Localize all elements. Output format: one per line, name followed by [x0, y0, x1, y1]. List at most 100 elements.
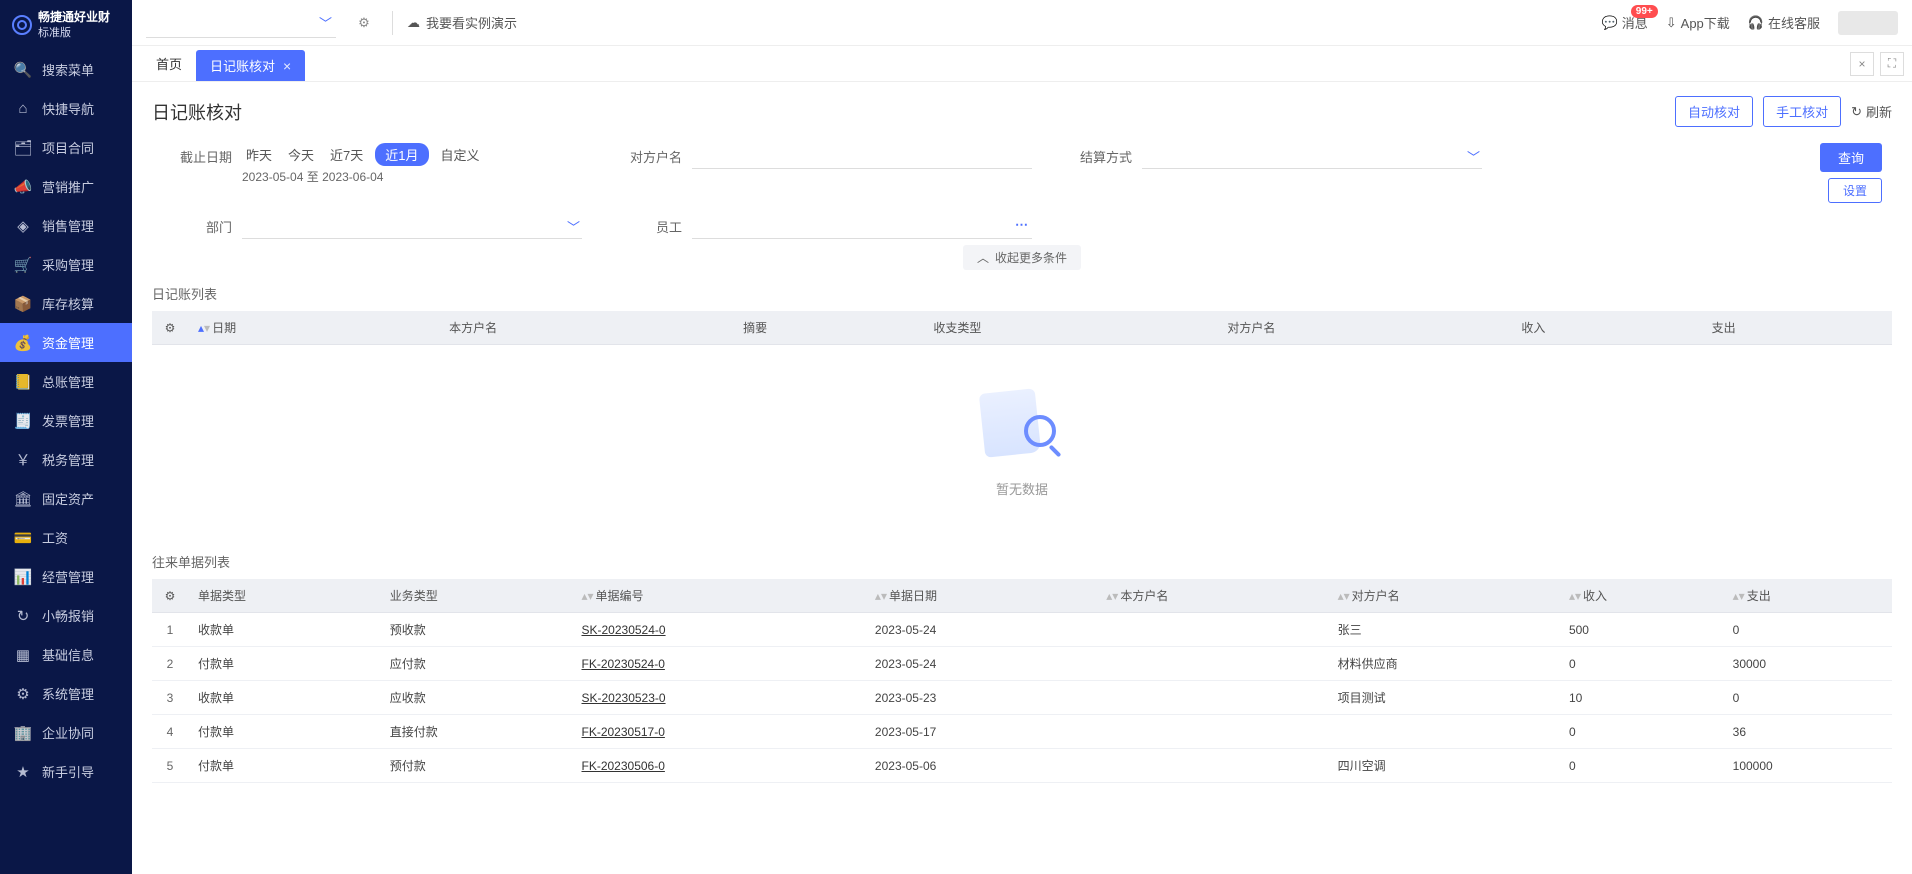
org-selector[interactable]: ﹀ — [146, 8, 336, 38]
sidebar-item-8[interactable]: 📒总账管理 — [0, 362, 132, 401]
nav-icon: ↻ — [14, 607, 32, 625]
sidebar-item-2[interactable]: 🗂项目合同 — [0, 128, 132, 167]
col-io-type[interactable]: 收支类型 — [923, 311, 1217, 345]
online-service-button[interactable]: 🎧 在线客服 — [1748, 13, 1820, 32]
sidebar-item-0[interactable]: 🔍搜索菜单 — [0, 50, 132, 89]
col-our-account[interactable]: 本方户名 — [439, 311, 733, 345]
online-service-label: 在线客服 — [1768, 13, 1820, 32]
staff-select[interactable]: ⋯ — [692, 213, 1032, 239]
col-bill-no[interactable]: ▴▾单据编号 — [572, 579, 865, 613]
col-summary[interactable]: 摘要 — [733, 311, 923, 345]
fullscreen-button[interactable]: ⛶ — [1880, 52, 1904, 76]
date-opt-last7[interactable]: 近7天 — [326, 143, 367, 166]
nav-icon: 💰 — [14, 334, 32, 352]
sidebar-item-9[interactable]: 🧾发票管理 — [0, 401, 132, 440]
cell-bill-date: 2023-05-06 — [865, 749, 1096, 783]
sidebar-item-17[interactable]: 🏢企业协同 — [0, 713, 132, 752]
cell-counter-account: 材料供应商 — [1328, 647, 1559, 681]
table-settings-button[interactable]: ⚙ — [152, 579, 188, 613]
bill-no-link[interactable]: FK-20230517-0 — [582, 725, 665, 739]
tab-journal-check[interactable]: 日记账核对 × — [196, 50, 305, 81]
dept-select[interactable]: ﹀ — [242, 213, 582, 239]
cell-counter-account — [1328, 715, 1559, 749]
nav-icon: ◈ — [14, 217, 32, 235]
sidebar-item-12[interactable]: 💳工资 — [0, 518, 132, 557]
sidebar-item-5[interactable]: 🛒采购管理 — [0, 245, 132, 284]
sidebar-item-13[interactable]: 📊经营管理 — [0, 557, 132, 596]
date-opt-last1m[interactable]: 近1月 — [375, 143, 428, 166]
bill-no-link[interactable]: FK-20230506-0 — [582, 759, 665, 773]
cell-bill-no: FK-20230524-0 — [572, 647, 865, 681]
cell-our-account — [1096, 749, 1327, 783]
refresh-button[interactable]: ↻ 刷新 — [1851, 102, 1892, 121]
table-row[interactable]: 5付款单预付款FK-20230506-02023-05-06四川空调010000… — [152, 749, 1892, 783]
sidebar-item-18[interactable]: ★新手引导 — [0, 752, 132, 791]
date-opt-custom[interactable]: 自定义 — [437, 143, 484, 166]
demo-link[interactable]: ☁ 我要看实例演示 — [392, 11, 517, 35]
sidebar-item-7[interactable]: 💰资金管理 — [0, 323, 132, 362]
col-date[interactable]: ▴▾日期 — [188, 311, 439, 345]
empty-text: 暂无数据 — [152, 479, 1892, 498]
cell-our-account — [1096, 715, 1327, 749]
nav-label: 库存核算 — [42, 294, 94, 313]
sidebar-item-11[interactable]: 🏛固定资产 — [0, 479, 132, 518]
col-bill-date[interactable]: ▴▾单据日期 — [865, 579, 1096, 613]
user-avatar[interactable] — [1838, 11, 1898, 35]
col-expense[interactable]: ▴▾支出 — [1723, 579, 1892, 613]
table-row[interactable]: 1收款单预收款SK-20230524-02023-05-24张三5000 — [152, 613, 1892, 647]
sidebar-item-15[interactable]: ▦基础信息 — [0, 635, 132, 674]
more-icon: ⋯ — [1015, 217, 1030, 233]
col-biz-type[interactable]: 业务类型 — [380, 579, 572, 613]
col-our-account[interactable]: ▴▾本方户名 — [1096, 579, 1327, 613]
app-download-label: App下载 — [1681, 13, 1730, 32]
col-counter-account[interactable]: ▴▾对方户名 — [1328, 579, 1559, 613]
close-icon[interactable]: × — [283, 58, 291, 74]
deadline-label: 截止日期 — [162, 143, 232, 166]
bill-no-link[interactable]: SK-20230523-0 — [582, 691, 666, 705]
table-settings-button[interactable]: ⚙ — [152, 311, 188, 345]
cell-counter-account: 张三 — [1328, 613, 1559, 647]
manual-check-button[interactable]: 手工核对 — [1763, 96, 1841, 127]
sidebar-item-4[interactable]: ◈销售管理 — [0, 206, 132, 245]
sidebar-item-3[interactable]: 📣营销推广 — [0, 167, 132, 206]
sidebar-item-6[interactable]: 📦库存核算 — [0, 284, 132, 323]
filter-settings-button[interactable]: 设置 — [1828, 178, 1882, 203]
bill-no-link[interactable]: SK-20230524-0 — [582, 623, 666, 637]
col-counter-account[interactable]: 对方户名 — [1217, 311, 1511, 345]
date-opt-today[interactable]: 今天 — [284, 143, 318, 166]
topbar: ﹀ ⚙ ☁ 我要看实例演示 💬 消息 99+ ⇩ App下载 🎧 — [132, 0, 1912, 46]
table-row[interactable]: 2付款单应付款FK-20230524-02023-05-24材料供应商03000… — [152, 647, 1892, 681]
sidebar-item-10[interactable]: ￥税务管理 — [0, 440, 132, 479]
collapse-filters-button[interactable]: ︿ 收起更多条件 — [963, 245, 1081, 270]
nav-label: 采购管理 — [42, 255, 94, 274]
col-expense[interactable]: 支出 — [1702, 311, 1892, 345]
bill-no-link[interactable]: FK-20230524-0 — [582, 657, 665, 671]
settings-icon[interactable]: ⚙ — [350, 9, 378, 37]
nav-icon: ⚙ — [14, 685, 32, 703]
settle-select[interactable]: ﹀ — [1142, 143, 1482, 169]
date-opt-yesterday[interactable]: 昨天 — [242, 143, 276, 166]
cell-biz-type: 预付款 — [380, 749, 572, 783]
query-button[interactable]: 查询 — [1820, 143, 1882, 172]
nav-icon: 💳 — [14, 529, 32, 547]
app-download-button[interactable]: ⇩ App下载 — [1666, 13, 1730, 32]
sidebar-item-14[interactable]: ↻ 小畅报销 — [0, 596, 132, 635]
nav-label: 固定资产 — [42, 489, 94, 508]
sidebar-item-16[interactable]: ⚙系统管理 — [0, 674, 132, 713]
cell-bill-type: 付款单 — [188, 715, 380, 749]
nav-label: 小畅报销 — [42, 606, 94, 625]
counterparty-input[interactable] — [692, 143, 1032, 169]
table-row[interactable]: 4付款单直接付款FK-20230517-02023-05-17036 — [152, 715, 1892, 749]
cell-bill-date: 2023-05-23 — [865, 681, 1096, 715]
cell-income: 0 — [1559, 715, 1723, 749]
col-income[interactable]: 收入 — [1511, 311, 1701, 345]
auto-check-button[interactable]: 自动核对 — [1675, 96, 1753, 127]
messages-button[interactable]: 💬 消息 99+ — [1602, 13, 1648, 32]
tab-close-all-button[interactable]: × — [1850, 52, 1874, 76]
col-bill-type[interactable]: 单据类型 — [188, 579, 380, 613]
col-income[interactable]: ▴▾收入 — [1559, 579, 1723, 613]
sidebar-item-1[interactable]: ⌂快捷导航 — [0, 89, 132, 128]
tab-home[interactable]: 首页 — [142, 46, 196, 81]
table-row[interactable]: 3收款单应收款SK-20230523-02023-05-23项目测试100 — [152, 681, 1892, 715]
date-from: 2023-05-04 — [242, 170, 303, 184]
